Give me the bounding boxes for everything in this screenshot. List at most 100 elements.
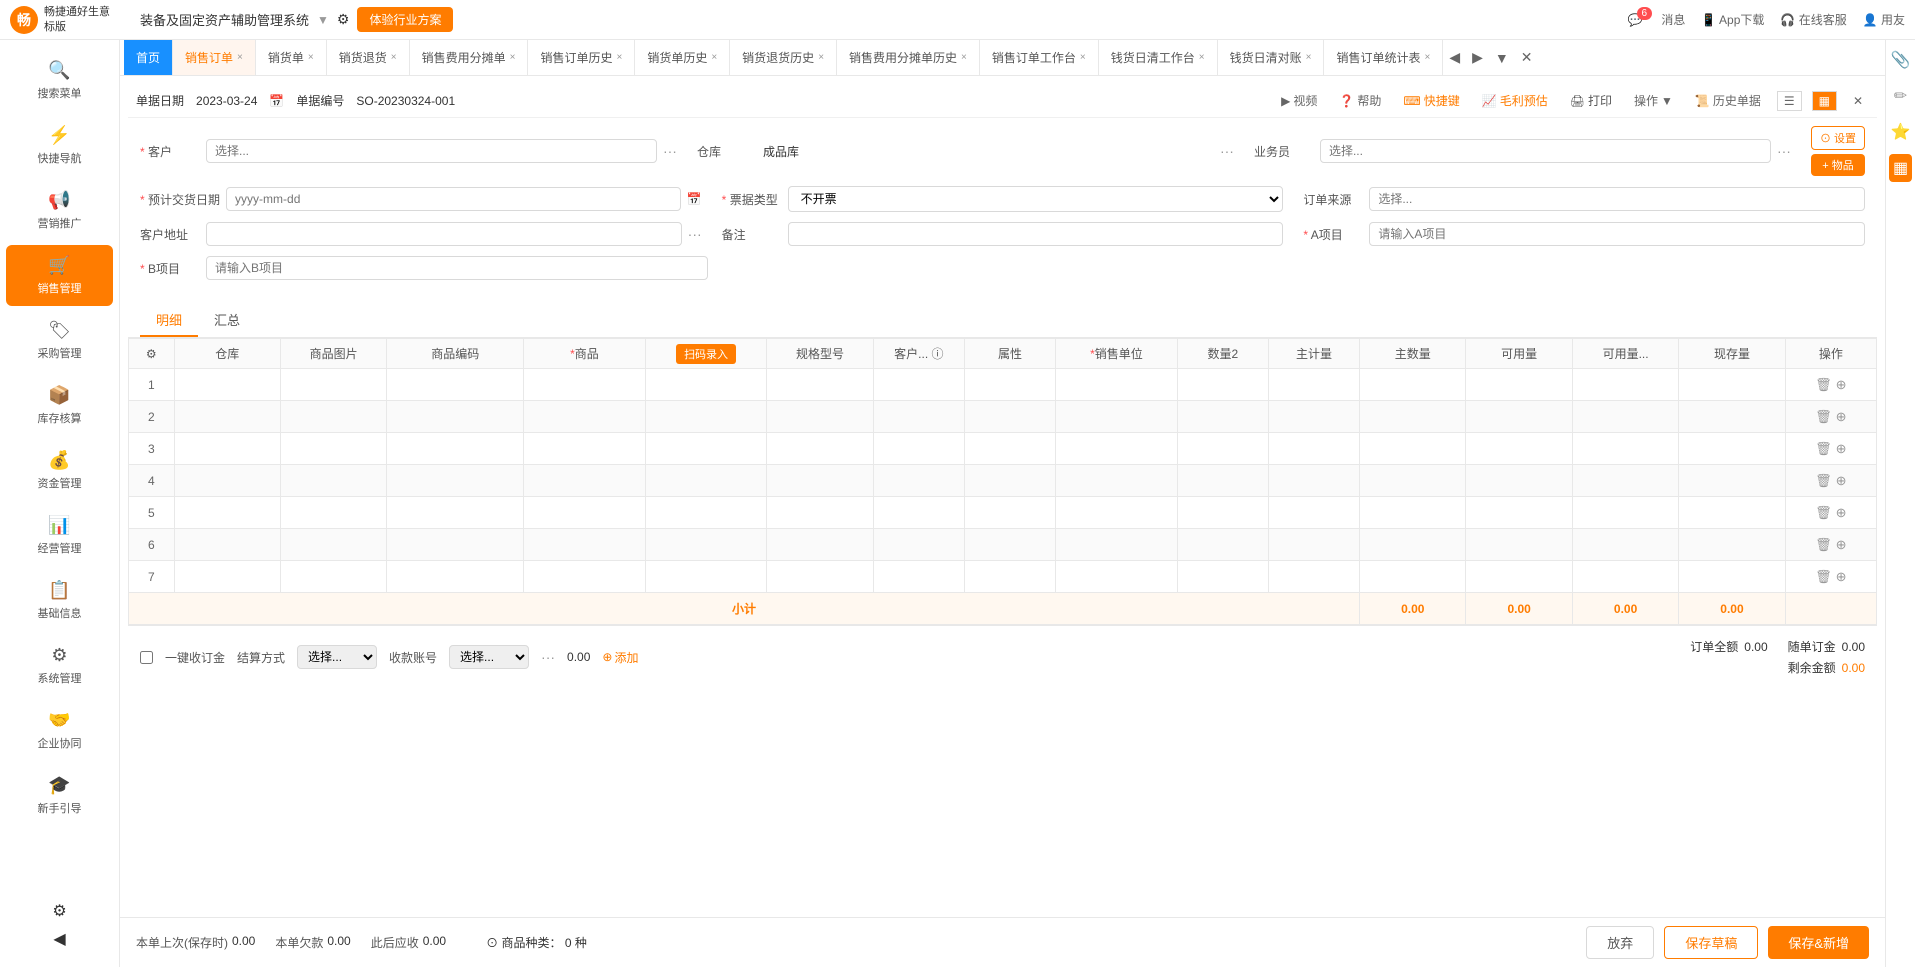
tab-slip-history[interactable]: 销货单历史 × <box>635 40 730 76</box>
staff-dots[interactable]: ··· <box>1777 143 1791 159</box>
sidebar-item-guide[interactable]: 🎓 新手引导 <box>6 765 113 826</box>
bank-dots[interactable]: ··· <box>541 649 555 665</box>
right-icon-4[interactable]: ▦ <box>1889 154 1912 182</box>
tab-home[interactable]: 首页 <box>124 40 173 76</box>
customer-dots[interactable]: ··· <box>663 143 677 159</box>
tab-close-cash-workbench[interactable]: × <box>1199 52 1205 63</box>
th-settings[interactable]: ⚙ <box>129 339 175 369</box>
sidebar-item-operations[interactable]: 📊 经营管理 <box>6 505 113 566</box>
row-copy-7[interactable]: ⊕ <box>1836 569 1847 585</box>
customer-input[interactable] <box>206 139 657 163</box>
operate-btn[interactable]: 操作 ▼ <box>1628 90 1679 111</box>
tab-sales-expense[interactable]: 销售费用分摊单 × <box>410 40 529 76</box>
tab-close-return-history[interactable]: × <box>818 52 824 63</box>
address-input[interactable] <box>206 222 682 246</box>
tab-close-sales-return[interactable]: × <box>391 52 397 63</box>
view-btn[interactable]: ▶ 视频 <box>1275 90 1323 111</box>
message-icon[interactable]: 💬6 消息 <box>1628 11 1686 28</box>
row-delete-7[interactable]: 🗑 <box>1815 569 1832 585</box>
tab-menu-btn[interactable]: ▼ <box>1489 50 1515 66</box>
tab-return-history[interactable]: 销货退货历史 × <box>730 40 837 76</box>
tab-workbench[interactable]: 销售订单工作台 × <box>980 40 1099 76</box>
order-source-input[interactable] <box>1369 187 1865 211</box>
user-avatar[interactable]: 👤 用友 <box>1863 11 1905 28</box>
online-service[interactable]: 🎧 在线客服 <box>1780 11 1846 28</box>
warehouse-dots[interactable]: ··· <box>1220 143 1234 159</box>
invoice-type-select[interactable]: 不开票 普票 专票 <box>788 186 1284 212</box>
address-dots[interactable]: ··· <box>688 226 702 242</box>
tab-close-history[interactable]: × <box>616 52 622 63</box>
tab-close-cash-reconcile[interactable]: × <box>1306 52 1312 63</box>
tab-sales-order-history[interactable]: 销售订单历史 × <box>528 40 635 76</box>
sidebar-item-search[interactable]: 🔍 搜索菜单 <box>6 50 113 111</box>
row-copy-3[interactable]: ⊕ <box>1836 441 1847 457</box>
tab-close-slip-history[interactable]: × <box>711 52 717 63</box>
sidebar-settings-icon[interactable]: ⚙ <box>52 901 66 921</box>
sidebar-item-finance[interactable]: 💰 资金管理 <box>6 440 113 501</box>
th-scan[interactable]: 扫码录入 <box>645 339 767 369</box>
tab-close-workbench[interactable]: × <box>1080 52 1086 63</box>
detail-tab-detail[interactable]: 明细 <box>140 304 198 337</box>
row-copy-4[interactable]: ⊕ <box>1836 473 1847 489</box>
add-payment-btn[interactable]: ⊕ 添加 <box>602 649 638 666</box>
staff-input[interactable] <box>1320 139 1771 163</box>
shortcut-btn[interactable]: ⌨ 快捷键 <box>1397 90 1465 111</box>
delivery-date-input[interactable] <box>226 187 681 211</box>
sidebar-collapse-icon[interactable]: ◀ <box>53 929 65 949</box>
tab-sales-slip[interactable]: 销货单 × <box>256 40 327 76</box>
app-download[interactable]: 📱 App下载 <box>1701 11 1764 28</box>
grid-btn2[interactable]: ▦ <box>1812 91 1837 111</box>
detail-tab-summary[interactable]: 汇总 <box>198 304 256 337</box>
row-delete-6[interactable]: 🗑 <box>1815 537 1832 553</box>
tab-prev-btn[interactable]: ◀ <box>1443 49 1466 66</box>
tab-next-btn[interactable]: ▶ <box>1466 49 1489 66</box>
save-draft-button[interactable]: 保存草稿 <box>1664 926 1758 959</box>
right-icon-2[interactable]: ✏ <box>1890 82 1911 110</box>
row-delete-2[interactable]: 🗑 <box>1815 409 1832 425</box>
b-project-input[interactable] <box>206 256 708 280</box>
tab-cash-reconcile[interactable]: 钱货日清对账 × <box>1218 40 1325 76</box>
tab-close-sales-expense[interactable]: × <box>510 52 516 63</box>
row-copy-1[interactable]: ⊕ <box>1836 377 1847 393</box>
row-copy-5[interactable]: ⊕ <box>1836 505 1847 521</box>
tab-close-sales-stats[interactable]: × <box>1424 52 1430 63</box>
bank-select[interactable]: 选择... <box>449 645 529 669</box>
settings-button[interactable]: ⊙ 设置 <box>1811 126 1865 150</box>
quick-order-checkbox[interactable] <box>140 651 153 664</box>
tab-sales-order[interactable]: 销售订单 × <box>173 40 256 76</box>
profit-btn[interactable]: 📈 毛利预估 <box>1476 90 1554 111</box>
remarks-input[interactable] <box>788 222 1284 246</box>
sidebar-item-enterprise[interactable]: 🤝 企业协同 <box>6 700 113 761</box>
calendar-delivery-icon[interactable]: 📅 <box>687 192 702 206</box>
right-icon-1[interactable]: 📎 <box>1887 46 1915 74</box>
sidebar-item-nav[interactable]: ⚡ 快捷导航 <box>6 115 113 176</box>
row-copy-2[interactable]: ⊕ <box>1836 409 1847 425</box>
help-btn[interactable]: ❓ 帮助 <box>1333 90 1387 111</box>
tab-close-sales-slip[interactable]: × <box>308 52 314 63</box>
row-delete-1[interactable]: 🗑 <box>1815 377 1832 393</box>
close-form-btn[interactable]: ✕ <box>1847 92 1869 110</box>
grid-btn1[interactable]: ☰ <box>1777 91 1802 111</box>
print-btn[interactable]: 🖨 打印 <box>1564 90 1618 111</box>
a-project-input[interactable] <box>1369 222 1865 246</box>
tab-close-sales-order[interactable]: × <box>237 52 243 63</box>
row-delete-5[interactable]: 🗑 <box>1815 505 1832 521</box>
tab-sales-return[interactable]: 销货退货 × <box>327 40 410 76</box>
tab-cash-workbench[interactable]: 钱货日清工作台 × <box>1099 40 1218 76</box>
sidebar-item-inventory[interactable]: 📦 库存核算 <box>6 375 113 436</box>
save-new-button[interactable]: 保存&新增 <box>1768 926 1869 959</box>
abandon-button[interactable]: 放弃 <box>1586 926 1654 959</box>
scan-btn[interactable]: 扫码录入 <box>676 344 736 364</box>
history-btn[interactable]: 📜 历史单据 <box>1689 90 1767 111</box>
tab-expense-history[interactable]: 销售费用分摊单历史 × <box>837 40 980 76</box>
tab-sales-stats[interactable]: 销售订单统计表 × <box>1324 40 1443 76</box>
sidebar-item-basic[interactable]: 📋 基础信息 <box>6 570 113 631</box>
tab-close-all-btn[interactable]: ✕ <box>1515 49 1539 66</box>
industry-btn[interactable]: 体验行业方案 <box>357 7 453 32</box>
row-copy-6[interactable]: ⊕ <box>1836 537 1847 553</box>
pay-method-select[interactable]: 选择... <box>297 645 377 669</box>
row-delete-4[interactable]: 🗑 <box>1815 473 1832 489</box>
gear-icon[interactable]: ⚙ <box>337 11 350 28</box>
calendar-icon[interactable]: 📅 <box>269 94 284 108</box>
row-delete-3[interactable]: 🗑 <box>1815 441 1832 457</box>
